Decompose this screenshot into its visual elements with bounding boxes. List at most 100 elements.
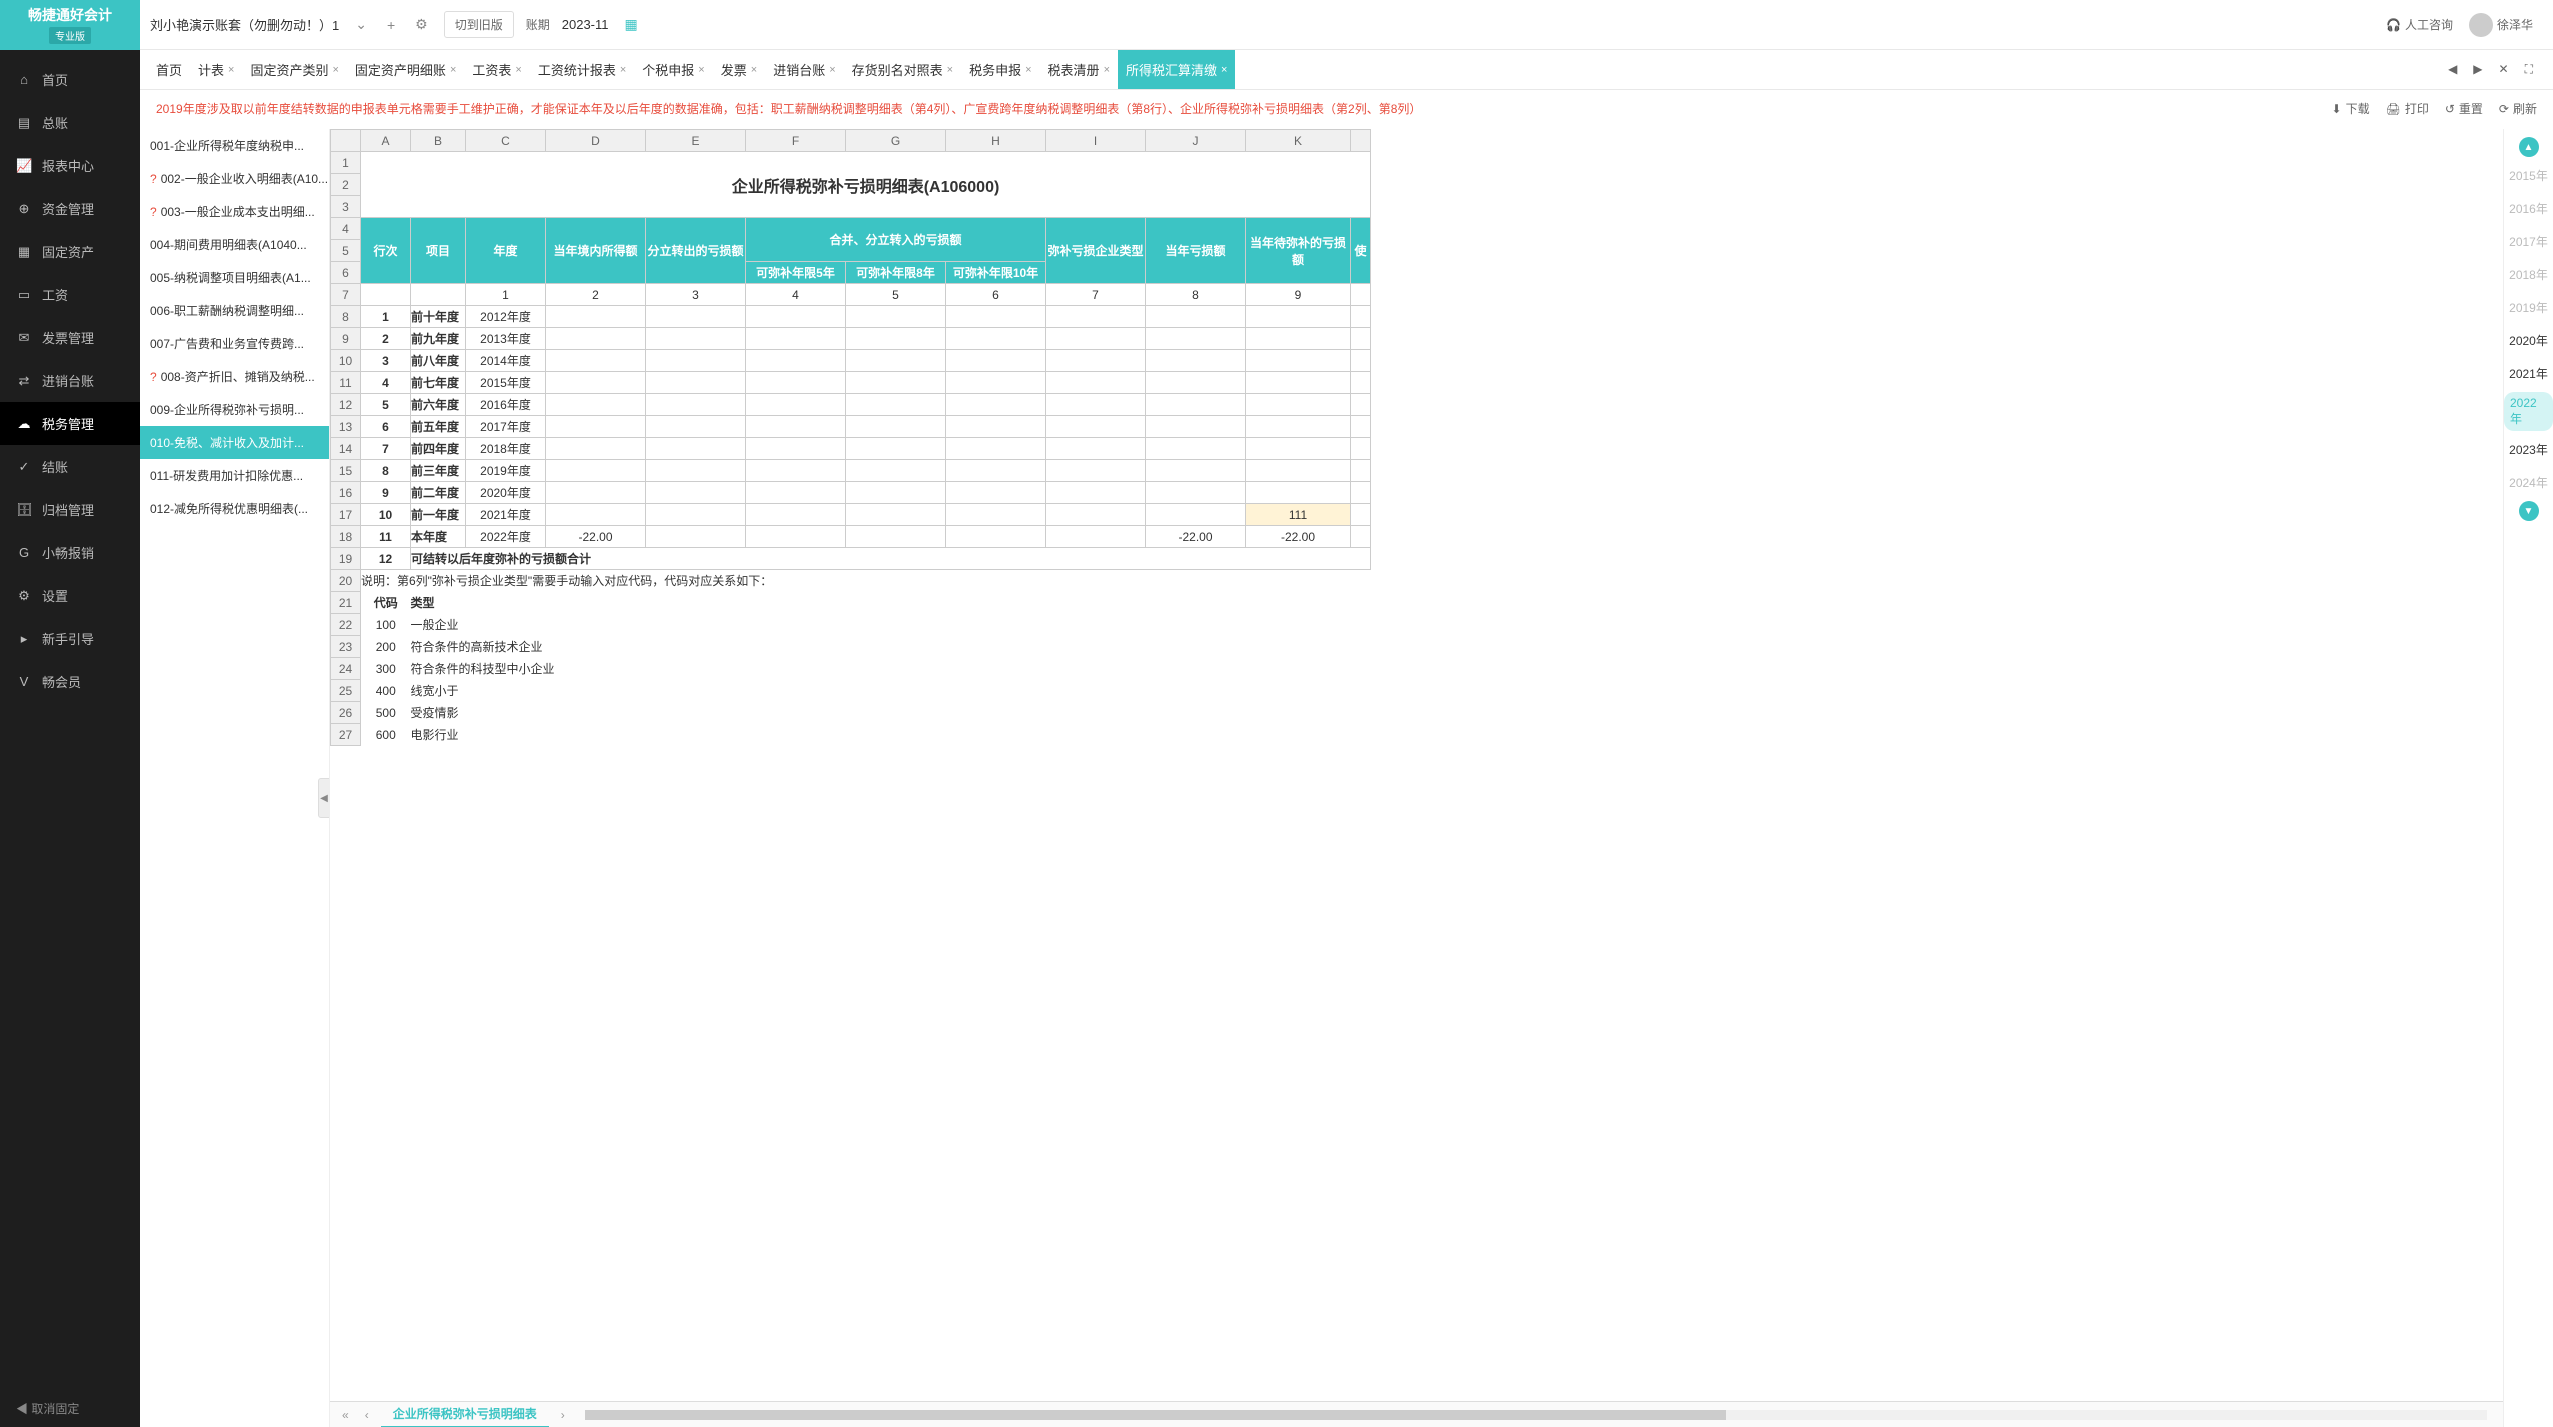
cell[interactable] <box>1046 438 1146 460</box>
row-header[interactable]: 18 <box>331 526 361 548</box>
col-header[interactable]: D <box>546 130 646 152</box>
col-header[interactable] <box>1351 130 1371 152</box>
col-header[interactable]: B <box>411 130 466 152</box>
cell[interactable] <box>646 504 746 526</box>
cell[interactable]: 4 <box>361 372 411 394</box>
cell[interactable] <box>746 394 846 416</box>
cell[interactable]: 符合条件的高新技术企业 <box>411 636 1371 658</box>
tab-2[interactable]: 固定资产类别× <box>242 50 346 89</box>
cell[interactable]: 2016年度 <box>466 394 546 416</box>
cell[interactable] <box>546 460 646 482</box>
cell[interactable] <box>546 350 646 372</box>
download-button[interactable]: ⬇下载 <box>2332 100 2370 117</box>
sheet-tab[interactable]: 企业所得税弥补亏损明细表 <box>381 1401 549 1427</box>
add-account-icon[interactable]: + <box>383 13 399 37</box>
cell[interactable] <box>546 482 646 504</box>
col-header[interactable]: I <box>1046 130 1146 152</box>
cell[interactable]: 7 <box>361 438 411 460</box>
cell[interactable] <box>546 306 646 328</box>
sidebar-item-8[interactable]: ☁税务管理 <box>0 402 140 445</box>
cell[interactable] <box>846 394 946 416</box>
close-icon[interactable]: × <box>620 64 626 76</box>
cell[interactable] <box>746 328 846 350</box>
form-item-2[interactable]: ?003-一般企业成本支出明细... <box>140 195 329 228</box>
sidebar-item-1[interactable]: ▤总账 <box>0 101 140 144</box>
form-item-0[interactable]: 001-企业所得税年度纳税申... <box>140 129 329 162</box>
sheet-tab-first-icon[interactable]: « <box>338 1408 353 1422</box>
row-header[interactable]: 3 <box>331 196 361 218</box>
tab-1[interactable]: 计表× <box>190 50 242 89</box>
cell[interactable]: 本年度 <box>411 526 466 548</box>
form-item-11[interactable]: 012-减免所得税优惠明细表(... <box>140 492 329 525</box>
tab-6[interactable]: 个税申报× <box>634 50 712 89</box>
cell[interactable] <box>411 284 466 306</box>
sheet-tab-prev-icon[interactable]: ‹ <box>361 1408 373 1422</box>
sidebar-item-10[interactable]: 🗄归档管理 <box>0 488 140 531</box>
row-header[interactable]: 8 <box>331 306 361 328</box>
cell[interactable]: 8 <box>1146 284 1246 306</box>
sidebar-item-2[interactable]: 📈报表中心 <box>0 144 140 187</box>
cell[interactable] <box>846 460 946 482</box>
form-item-7[interactable]: ?008-资产折旧、摊销及纳税... <box>140 360 329 393</box>
cell[interactable]: 5 <box>361 394 411 416</box>
tab-8[interactable]: 进销台账× <box>765 50 843 89</box>
cell[interactable] <box>1046 526 1146 548</box>
sidebar-item-4[interactable]: ▦固定资产 <box>0 230 140 273</box>
cell[interactable] <box>946 438 1046 460</box>
cell[interactable]: 10 <box>361 504 411 526</box>
cell[interactable] <box>646 526 746 548</box>
cell[interactable]: 一般企业 <box>411 614 1371 636</box>
close-icon[interactable]: × <box>228 64 234 76</box>
cell[interactable] <box>946 504 1046 526</box>
tab-12[interactable]: 所得税汇算清缴× <box>1118 50 1235 89</box>
form-item-10[interactable]: 011-研发费用加计扣除优惠... <box>140 459 329 492</box>
form-item-1[interactable]: ?002-一般企业收入明细表(A10... <box>140 162 329 195</box>
sidebar-item-13[interactable]: ▸新手引导 <box>0 617 140 660</box>
form-item-4[interactable]: 005-纳税调整项目明细表(A1... <box>140 261 329 294</box>
cell[interactable]: 2019年度 <box>466 460 546 482</box>
cell[interactable] <box>1246 394 1351 416</box>
cell[interactable] <box>546 394 646 416</box>
cell[interactable] <box>946 350 1046 372</box>
cell[interactable]: 前二年度 <box>411 482 466 504</box>
cell[interactable] <box>646 482 746 504</box>
cell[interactable] <box>946 416 1046 438</box>
col-header[interactable]: G <box>846 130 946 152</box>
row-header[interactable]: 10 <box>331 350 361 372</box>
cell[interactable] <box>546 416 646 438</box>
col-header[interactable]: A <box>361 130 411 152</box>
cell[interactable] <box>646 438 746 460</box>
tab-0[interactable]: 首页 <box>148 50 190 89</box>
cell[interactable] <box>746 460 846 482</box>
cell[interactable]: 类型 <box>411 592 1371 614</box>
cell[interactable] <box>1046 482 1146 504</box>
cell[interactable]: 1 <box>466 284 546 306</box>
cell[interactable] <box>1146 394 1246 416</box>
col-header[interactable]: E <box>646 130 746 152</box>
cell[interactable]: 9 <box>361 482 411 504</box>
scrollbar-thumb[interactable] <box>585 1410 1726 1420</box>
cell[interactable] <box>1046 372 1146 394</box>
gear-icon[interactable]: ⚙ <box>411 12 432 37</box>
cell[interactable] <box>1351 328 1371 350</box>
cell[interactable] <box>746 372 846 394</box>
col-header[interactable]: C <box>466 130 546 152</box>
cell[interactable]: 111 <box>1246 504 1351 526</box>
year-item-8[interactable]: 2023年 <box>2509 435 2548 464</box>
cell[interactable]: 100 <box>361 614 411 636</box>
collapse-handle[interactable]: ◀ <box>318 778 330 818</box>
cell[interactable] <box>1246 328 1351 350</box>
row-header[interactable]: 12 <box>331 394 361 416</box>
form-item-6[interactable]: 007-广告费和业务宣传费跨... <box>140 327 329 360</box>
cell[interactable] <box>1146 482 1246 504</box>
form-item-3[interactable]: 004-期间费用明细表(A1040... <box>140 228 329 261</box>
cell[interactable] <box>846 438 946 460</box>
cell[interactable] <box>1046 504 1146 526</box>
cell[interactable]: 6 <box>946 284 1046 306</box>
cell[interactable]: 8 <box>361 460 411 482</box>
tab-close-all-icon[interactable]: ✕ <box>2495 58 2513 81</box>
close-icon[interactable]: × <box>1025 64 1031 76</box>
cell[interactable]: 1 <box>361 306 411 328</box>
cell[interactable]: -22.00 <box>1246 526 1351 548</box>
year-down-icon[interactable]: ▼ <box>2519 501 2539 521</box>
